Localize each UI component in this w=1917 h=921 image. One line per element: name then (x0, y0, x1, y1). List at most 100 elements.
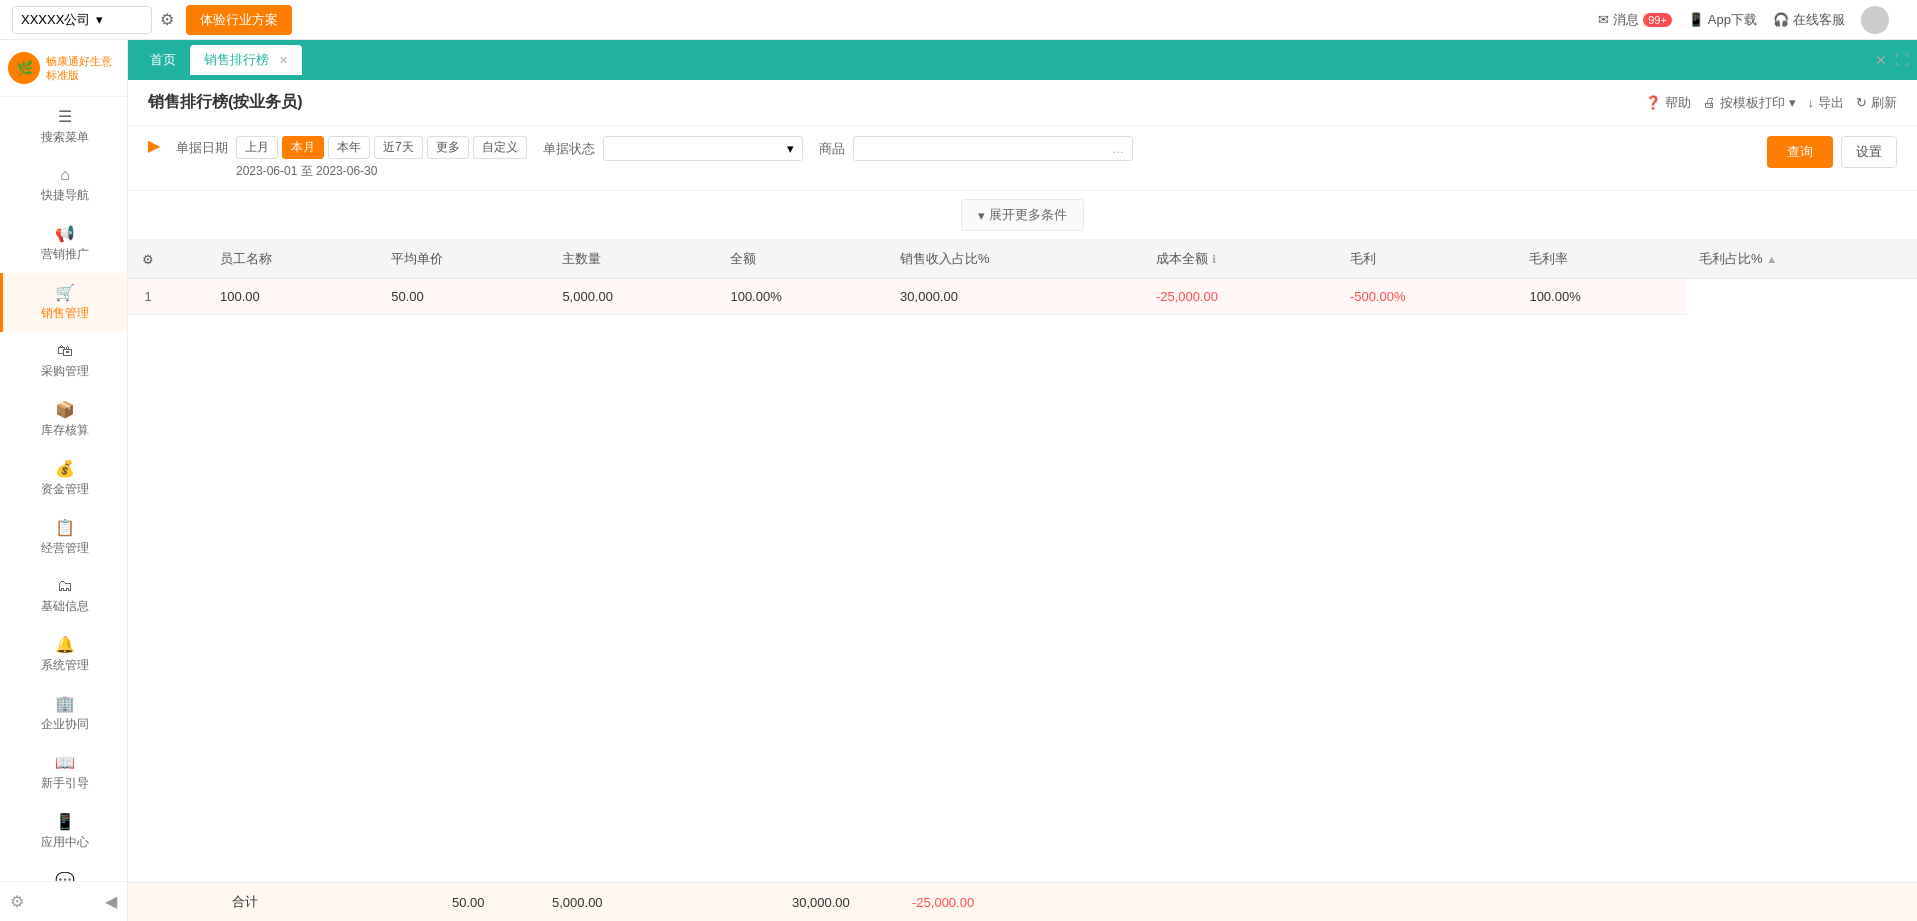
date-filter-group: 单据日期 上月 本月 本年 近7天 更多 自定义 (176, 136, 527, 180)
goods-more-icon: ... (1113, 141, 1124, 156)
settings-icon[interactable]: ⚙ (160, 10, 174, 29)
page-title: 销售排行榜(按业务员) (148, 92, 303, 125)
sidebar-item-basic-info[interactable]: 🗂 基础信息 (0, 567, 127, 625)
top-right-area: ✉ 消息 99+ 📱 App下载 🎧 在线客服 (1598, 6, 1905, 34)
tab-home-label: 首页 (150, 52, 176, 67)
date-btn-this-month[interactable]: 本月 (282, 136, 324, 159)
app-download-button[interactable]: 📱 App下载 (1688, 11, 1757, 29)
col-gross: 毛利 (1338, 240, 1517, 279)
row-sales-pct: 100.00% (718, 279, 888, 315)
refresh-button[interactable]: ↻ 刷新 (1856, 94, 1897, 112)
table-body: 1 100.00 50.00 5,000.00 100.00% 30,000.0… (128, 279, 1917, 315)
tab-sales-rank[interactable]: 销售排行榜 ✕ (190, 45, 302, 75)
trial-button[interactable]: 体验行业方案 (186, 5, 292, 35)
logo-text: 畅康通好生意 标准版 (46, 54, 112, 83)
row-gross: -25,000.00 (1144, 279, 1338, 315)
top-bar: XXXXX公司 ▾ ⚙ 体验行业方案 ✉ 消息 99+ 📱 App下载 🎧 在线… (0, 0, 1917, 40)
row-gross-rate: -500.00% (1338, 279, 1517, 315)
tab-close-icon[interactable]: ✕ (279, 54, 288, 67)
sidebar-item-operations[interactable]: 📋 经营管理 (0, 508, 127, 567)
operations-icon: 📋 (55, 518, 75, 537)
gross-pct-info-icon[interactable]: ▲ (1766, 253, 1777, 265)
message-icon: ✉ (1598, 12, 1609, 27)
marketing-icon: 📢 (55, 224, 75, 243)
sidebar-item-wechat[interactable]: 💬 企业微信 (0, 861, 127, 881)
cost-info-icon[interactable]: ℹ (1212, 253, 1216, 265)
goods-label: 商品 (819, 140, 845, 158)
table-header: ⚙ 员工名称 平均单价 主数量 全额 销售收入占比% 成本全额 ℹ 毛利 (128, 240, 1917, 279)
sidebar-item-label: 企业协同 (41, 716, 89, 733)
sidebar-item-label: 资金管理 (41, 481, 89, 498)
footer-row: 合计 50.00 5,000.00 30,000.00 -25,000.00 (140, 893, 1905, 911)
sidebar-item-finance[interactable]: 💰 资金管理 (0, 449, 127, 508)
sidebar-item-inventory[interactable]: 📦 库存核算 (0, 390, 127, 449)
message-button[interactable]: ✉ 消息 99+ (1598, 11, 1672, 29)
sidebar-item-app-center[interactable]: 📱 应用中心 (0, 802, 127, 861)
query-button[interactable]: 查询 (1767, 136, 1833, 168)
goods-select[interactable]: ... (853, 136, 1133, 161)
help-button[interactable]: ❓ 帮助 (1645, 94, 1691, 112)
footer-cost: 30,000.00 (780, 895, 900, 910)
date-shortcuts: 上月 本月 本年 近7天 更多 自定义 (236, 136, 527, 159)
company-selector[interactable]: XXXXX公司 ▾ (12, 6, 152, 34)
date-filter-row: 单据日期 上月 本月 本年 近7天 更多 自定义 (176, 136, 527, 159)
close-window-icon[interactable]: ✕ (1875, 52, 1887, 68)
settings-button[interactable]: 设置 (1841, 136, 1897, 168)
logo-icon: 🌿 (8, 52, 40, 84)
date-btn-this-year[interactable]: 本年 (328, 136, 370, 159)
filter-collapse-icon[interactable]: ▶ (148, 136, 160, 155)
col-gross-rate: 毛利率 (1517, 240, 1687, 279)
expand-bar: ▾ 展开更多条件 (128, 191, 1917, 240)
print-dropdown-icon: ▾ (1789, 95, 1796, 110)
sales-icon: 🛒 (55, 283, 75, 302)
online-support-button[interactable]: 🎧 在线客服 (1773, 11, 1845, 29)
date-btn-7days[interactable]: 近7天 (374, 136, 423, 159)
tab-bar: 首页 销售排行榜 ✕ ✕ ⛶ (128, 40, 1917, 80)
status-select[interactable]: ▾ (603, 136, 803, 161)
sidebar-settings-icon[interactable]: ⚙ (10, 892, 24, 911)
date-btn-prev-month[interactable]: 上月 (236, 136, 278, 159)
page-header: 销售排行榜(按业务员) ❓ 帮助 🖨 按模板打印 ▾ (128, 80, 1917, 126)
status-label: 单据状态 (543, 140, 595, 158)
search-order-icon: ☰ (58, 107, 72, 126)
export-button[interactable]: ↓ 导出 (1808, 94, 1845, 112)
sidebar-item-purchase[interactable]: 🛍 采购管理 (0, 332, 127, 390)
sidebar-item-enterprise[interactable]: 🏢 企业协同 (0, 684, 127, 743)
sidebar-bottom: ⚙ ◀ (0, 881, 127, 921)
col-settings[interactable]: ⚙ (128, 240, 168, 279)
finance-icon: 💰 (55, 459, 75, 478)
sales-rank-table: ⚙ 员工名称 平均单价 主数量 全额 销售收入占比% 成本全额 ℹ 毛利 (128, 240, 1917, 315)
sidebar-item-label: 应用中心 (41, 834, 89, 851)
sidebar-item-marketing[interactable]: 📢 营销推广 (0, 214, 127, 273)
row-cost: 30,000.00 (888, 279, 1144, 315)
app-center-icon: 📱 (55, 812, 75, 831)
action-buttons: 查询 设置 (1767, 136, 1897, 168)
message-badge: 99+ (1643, 13, 1672, 27)
expand-button[interactable]: ▾ 展开更多条件 (961, 199, 1084, 231)
maximize-window-icon[interactable]: ⛶ (1895, 52, 1909, 68)
goods-filter-group: 商品 ... (819, 136, 1133, 161)
col-amount: 全额 (718, 240, 888, 279)
sidebar-item-sales[interactable]: 🛒 销售管理 (0, 273, 127, 332)
footer-label: 合计 (220, 893, 340, 911)
date-btn-custom[interactable]: 自定义 (473, 136, 527, 159)
guide-icon: 📖 (55, 753, 75, 772)
avatar[interactable] (1861, 6, 1889, 34)
date-btn-more[interactable]: 更多 (427, 136, 469, 159)
sidebar-item-guide[interactable]: 📖 新手引导 (0, 743, 127, 802)
sidebar-item-system[interactable]: 🔔 系统管理 (0, 625, 127, 684)
sidebar-item-label: 采购管理 (41, 363, 89, 380)
date-range-display: 2023-06-01 至 2023-06-30 (232, 163, 527, 180)
print-button[interactable]: 🖨 按模板打印 ▾ (1703, 94, 1796, 112)
col-name: 员工名称 (208, 240, 379, 279)
sidebar-collapse-icon[interactable]: ◀ (105, 892, 117, 911)
table-row: 1 100.00 50.00 5,000.00 100.00% 30,000.0… (128, 279, 1917, 315)
status-select-chevron: ▾ (787, 141, 794, 156)
row-name (168, 279, 208, 315)
sidebar-item-label: 快捷导航 (41, 187, 89, 204)
sidebar-item-quick-nav[interactable]: ⌂ 快捷导航 (0, 156, 127, 214)
tab-home[interactable]: 首页 (136, 45, 190, 75)
footer-gross: -25,000.00 (900, 895, 1020, 910)
sidebar-item-search-order[interactable]: ☰ 搜索菜单 (0, 97, 127, 156)
expand-icon: ▾ (978, 208, 985, 223)
